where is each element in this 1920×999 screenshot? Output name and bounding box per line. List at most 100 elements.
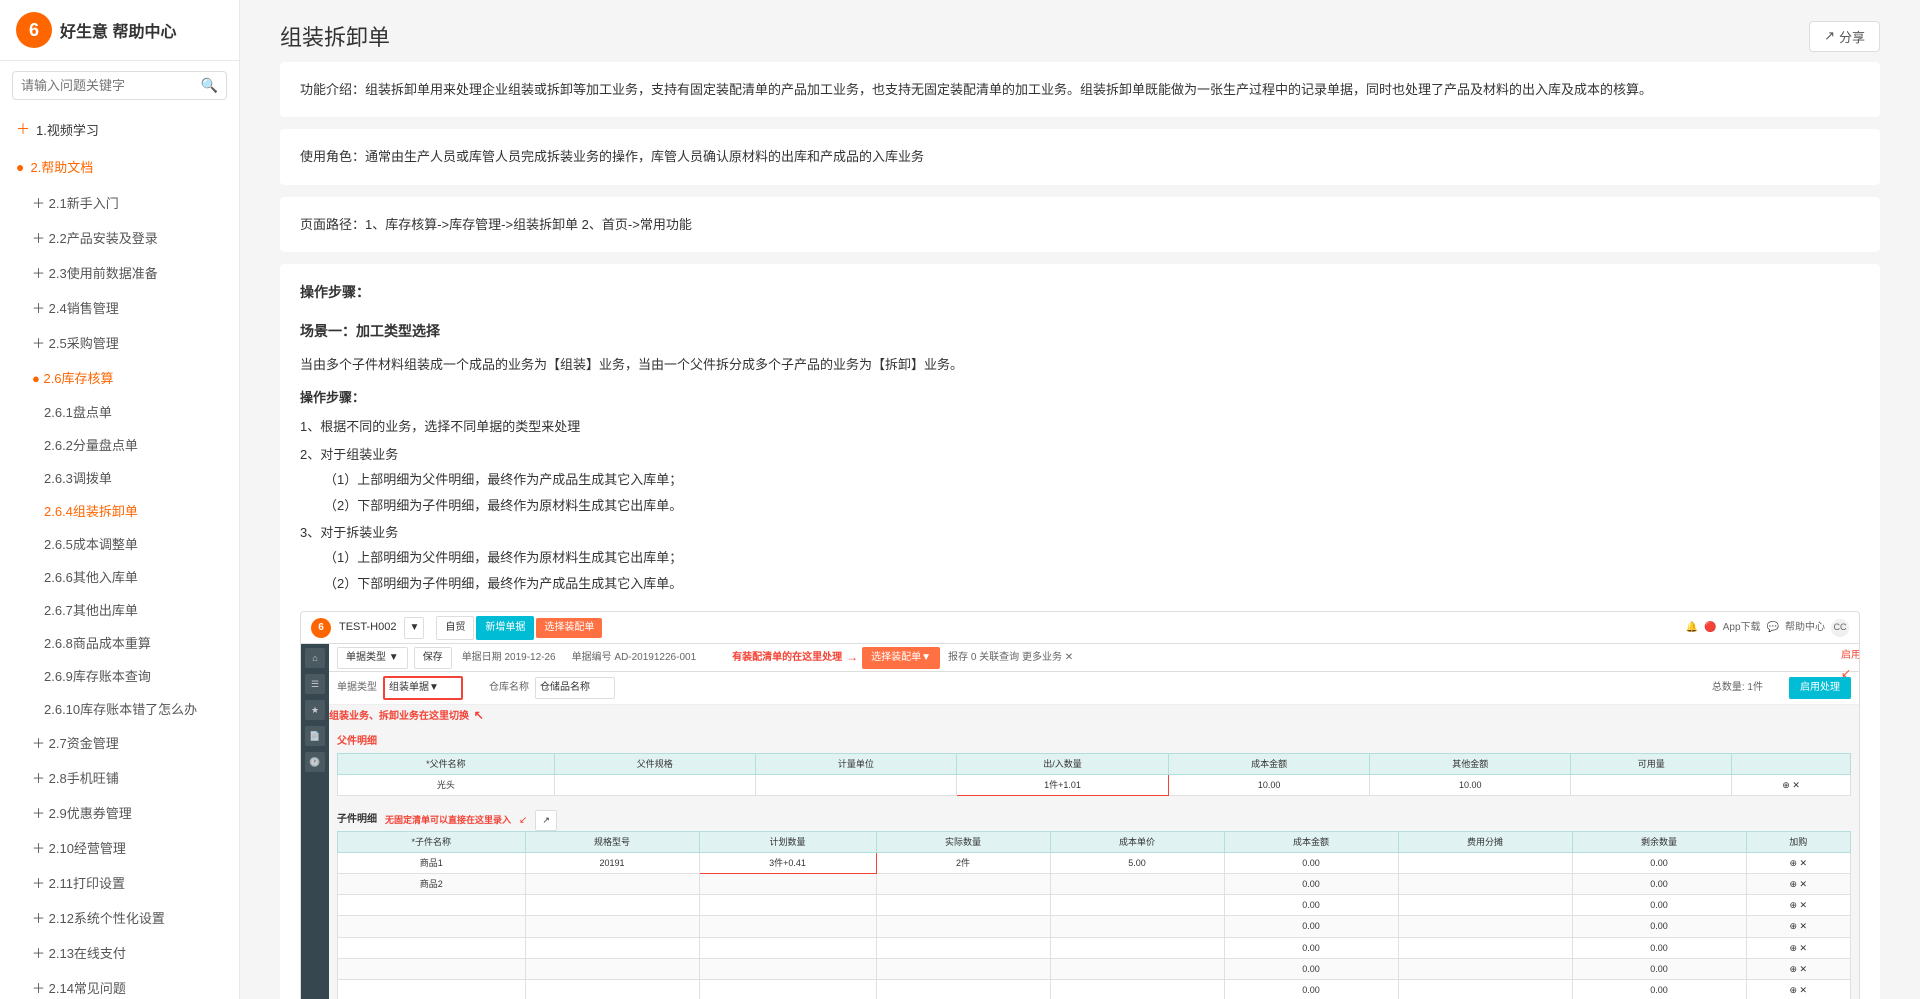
search-icon: 🔍 [201, 77, 218, 94]
plus-icon: ＋ [16, 119, 30, 139]
ops-title: 操作步骤： [300, 280, 1860, 305]
sidebar-item-help-docs-label[interactable]: ● 2.帮助文档 [0, 148, 239, 185]
lower-td6-cost: 0.00 [1224, 958, 1398, 979]
lower-td3-add: ⊕ ✕ [1746, 895, 1851, 916]
share-label: 分享 [1839, 27, 1865, 46]
mock-btn-save[interactable]: 保存 [414, 647, 452, 669]
sidebar-item-finance[interactable]: ＋ 2.7资金管理 [0, 725, 239, 760]
mock-btn-select-assembly[interactable]: 选择装配单▼ [862, 647, 940, 669]
mock-left-icon-star: ★ [305, 700, 325, 720]
sidebar-item-other-in[interactable]: 2.6.6其他入库单 [0, 560, 239, 593]
lower-td5-cost: 0.00 [1224, 937, 1398, 958]
mock-btn-expand[interactable]: ↗ [535, 810, 557, 830]
sidebar-item-print[interactable]: ＋ 2.11打印设置 [0, 865, 239, 900]
logo-icon: 6 [16, 12, 52, 48]
lower-td6-remain: 0.00 [1572, 958, 1746, 979]
search-input[interactable] [21, 78, 201, 93]
lower-table-row-6: 0.00 0.00 ⊕ ✕ [338, 958, 1851, 979]
lower-td1-ucost: 5.00 [1050, 852, 1224, 873]
sidebar-item-video[interactable]: ＋ 1.视频学习 [0, 110, 239, 148]
scene1-title: 场景一：加工类型选择 [300, 319, 1860, 344]
ann1-arrow: → [846, 647, 858, 669]
role-card: 使用角色：通常由生产人员或库管人员完成拆装业务的操作，库管人员确认原材料的出库和… [280, 129, 1880, 184]
sidebar-item-inventory-split[interactable]: 2.6.2分量盘点单 [0, 428, 239, 461]
sidebar-item-help-docs[interactable]: ● 2.帮助文档 ＋ 2.1新手入门 ＋ 2.2产品安装及登录 ＋ 2.3使用前… [0, 148, 239, 999]
sidebar-item-inventory-adjust[interactable]: 2.6.3调拨单 [0, 461, 239, 494]
sidebar-item-sales[interactable]: ＋ 2.4销售管理 [0, 290, 239, 325]
mock-field-count: 总数量: 1件 [1712, 679, 1763, 697]
mock-toolbar-icons: 报存 0 关联查询 更多业务 ✕ [948, 649, 1073, 667]
lower-td1-plan: 3件+0.41 [699, 852, 876, 873]
lower-table-row-5: 0.00 0.00 ⊕ ✕ [338, 937, 1851, 958]
mock-lower-table: *子件名称 规格型号 计划数量 实际数量 成本单价 成本金额 费用分摊 剩余数量 [337, 831, 1851, 999]
mock-top-bar: 6 TEST-H002 ▼ 自贸 新增单据 选择装配单 🔔 🔴 App下载 [301, 612, 1859, 644]
sidebar-item-other-out[interactable]: 2.6.7其他出库单 [0, 593, 239, 626]
plus-icon-sm: ＋ [32, 196, 49, 211]
sidebar-item-coupon[interactable]: ＋ 2.9优惠券管理 [0, 795, 239, 830]
search-box[interactable]: 🔍 [12, 71, 227, 100]
upper-th-spec: 父件规格 [554, 754, 755, 775]
sidebar-item-video-label[interactable]: ＋ 1.视频学习 [0, 110, 239, 148]
lower-td2-add: ⊕ ✕ [1746, 874, 1851, 895]
circle-icon: ● [16, 159, 24, 175]
upper-td-other: 10.00 [1370, 775, 1571, 796]
sidebar-item-assembly[interactable]: 2.6.4组装拆卸单 [0, 494, 239, 527]
lower-td2-alloc [1398, 874, 1572, 895]
sidebar-item-faq[interactable]: ＋ 2.14常见问题 [0, 970, 239, 999]
sidebar-item-inventory-count[interactable]: 2.6.1盘点单 [0, 395, 239, 428]
step3-sub1: （1）上部明细为父件明细，最终作为原材料生成其它出库单； [324, 546, 1860, 569]
lower-table-header-row: *子件名称 规格型号 计划数量 实际数量 成本单价 成本金额 费用分摊 剩余数量 [338, 831, 1851, 852]
sidebar-item-inventory-check[interactable]: 2.6.9库存账本查询 [0, 659, 239, 692]
lower-th-unit-cost: 成本单价 [1050, 831, 1224, 852]
mock-company-select: ▼ [404, 617, 424, 639]
mock-tab-new[interactable]: 新增单据 [476, 616, 534, 640]
lower-table-row-1: 商品1 20191 3件+0.41 2件 5.00 0.00 0.00 [338, 852, 1851, 873]
upper-td-qty: 1件+1.01 [956, 775, 1168, 796]
plus-icon-sm: ＋ [32, 336, 49, 351]
sidebar-item-purchase[interactable]: ＋ 2.5采购管理 [0, 325, 239, 360]
ann4-arrow: ↙ [519, 812, 527, 830]
mock-field-warehouse-input[interactable]: 仓储品名称 [535, 677, 615, 699]
sidebar-item-online-pay[interactable]: ＋ 2.13在线支付 [0, 935, 239, 970]
ann1-text: 有装配清单的在这里处理 [732, 649, 842, 667]
sub-nav-help-docs: ＋ 2.1新手入门 ＋ 2.2产品安装及登录 ＋ 2.3使用前数据准备 ＋ 2.… [0, 185, 239, 999]
sidebar-item-goods-cost[interactable]: 2.6.8商品成本重算 [0, 626, 239, 659]
step1: 1、根据不同的业务，选择不同单据的类型来处理 [300, 415, 1860, 438]
mock-field-doctype-input[interactable]: 组装单据▼ [383, 676, 463, 700]
sidebar-item-inventory-error[interactable]: 2.6.10库存账本错了怎么办 [0, 692, 239, 725]
app-title: 好生意 帮助中心 [60, 18, 176, 42]
mock-top-icons: 🔔 🔴 App下载 💬 帮助中心 CC [1686, 619, 1849, 637]
sidebar-item-new-user[interactable]: ＋ 2.1新手入门 [0, 185, 239, 220]
lower-td6-add: ⊕ ✕ [1746, 958, 1851, 979]
upper-td-acts: ⊕ ✕ [1732, 775, 1851, 796]
mock-tab-assembly[interactable]: 选择装配单 [536, 618, 602, 638]
upper-td-cost: 10.00 [1169, 775, 1370, 796]
mock-app: 6 TEST-H002 ▼ 自贸 新增单据 选择装配单 🔔 🔴 App下载 [301, 612, 1859, 999]
mock-upper-section-label: 父件明细 [337, 733, 1851, 751]
path-text: 页面路径：1、库存核算->库存管理->组装拆卸单 2、首页->常用功能 [300, 213, 1860, 236]
role-text: 使用角色：通常由生产人员或库管人员完成拆装业务的操作，库管人员确认原材料的出库和… [300, 145, 1860, 168]
mock-btn-doctype[interactable]: 单据类型 ▼ [337, 647, 408, 669]
mock-icon-app: App下载 [1723, 619, 1761, 637]
upper-td-avail [1571, 775, 1732, 796]
main-content: 组装拆卸单 ↗ 分享 功能介绍：组装拆卸单用来处理企业组装或拆卸等加工业务，支持… [240, 0, 1920, 999]
lower-td2-spec [525, 874, 699, 895]
sidebar-item-install[interactable]: ＋ 2.2产品安装及登录 [0, 220, 239, 255]
sidebar-item-operation[interactable]: ＋ 2.10经营管理 [0, 830, 239, 865]
minus-icon-sm: ● [32, 371, 43, 386]
sidebar-item-mobile[interactable]: ＋ 2.8手机旺铺 [0, 760, 239, 795]
sidebar-item-custom[interactable]: ＋ 2.12系统个性化设置 [0, 900, 239, 935]
upper-th-qty: 出/入数量 [956, 754, 1168, 775]
share-button[interactable]: ↗ 分享 [1809, 21, 1880, 52]
upper-table-row: 光头 1件+1.01 10.00 10.00 ⊕ ✕ [338, 775, 1851, 796]
sidebar-item-cost-adjust[interactable]: 2.6.5成本调整单 [0, 527, 239, 560]
ann2-text: 组装业务、拆卸业务在这里切换 ↖ [329, 705, 484, 727]
sidebar-item-inventory[interactable]: ● 2.6库存核算 [0, 360, 239, 395]
mock-icon-feedback: 💬 [1767, 619, 1779, 637]
lower-td1-name: 商品1 [338, 852, 526, 873]
lower-th-alloc: 费用分摊 [1398, 831, 1572, 852]
mock-tab-zizao[interactable]: 自贸 [436, 616, 474, 640]
lower-td2-name: 商品2 [338, 874, 526, 895]
sidebar-item-data-prep[interactable]: ＋ 2.3使用前数据准备 [0, 255, 239, 290]
mock-upper-section: 父件明细 *父件名称 父件规格 计量单位 出/入数量 成本金额 [329, 729, 1859, 800]
